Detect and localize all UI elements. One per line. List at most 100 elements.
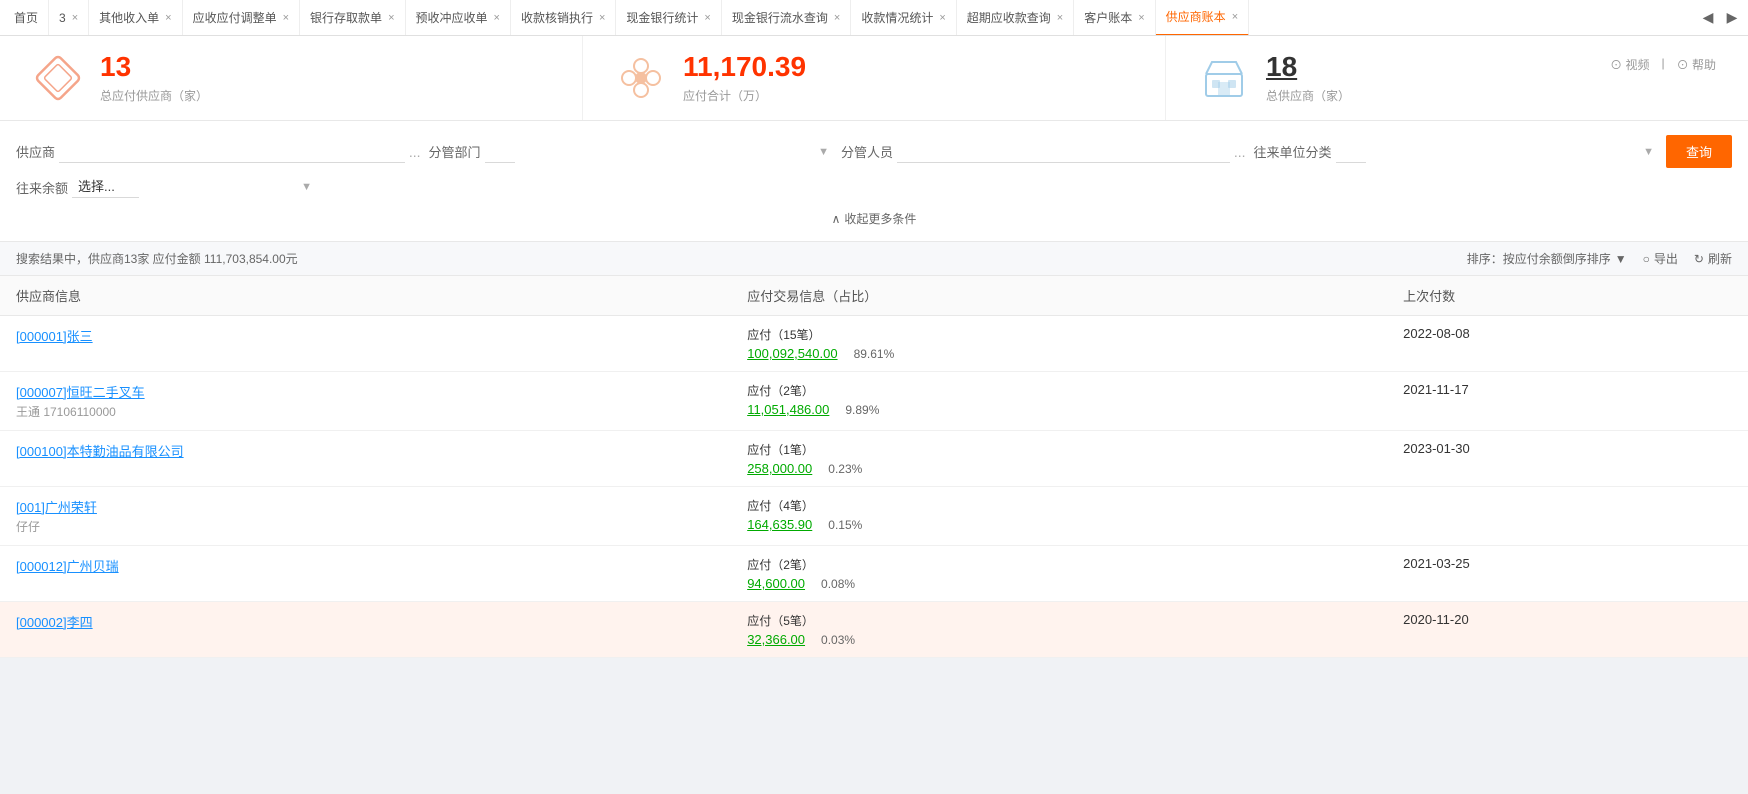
category-chevron-icon: ▼ [1643, 146, 1654, 158]
supplier-link[interactable]: [000002]李四 [16, 615, 93, 630]
nav-collection-stat-close[interactable]: × [939, 12, 945, 24]
nav-other-income-close[interactable]: × [165, 12, 171, 24]
category-select[interactable] [1336, 141, 1366, 163]
amount-value[interactable]: 94,600.00 [747, 576, 805, 591]
nav-bank-deposit[interactable]: 银行存取款单 × [300, 0, 405, 36]
stat-payable-total-card: 11,170.39 应付合计（万） [583, 36, 1166, 120]
nav-arrows: ◀ ▶ [1696, 0, 1744, 36]
supplier-cell: [000100]本特勤油品有限公司 [0, 431, 731, 487]
nav-cash-bank-stat-label: 现金银行统计 [626, 9, 698, 26]
sort-chevron-icon: ▼ [1615, 252, 1627, 266]
amount-value[interactable]: 164,635.90 [747, 517, 812, 532]
nav-collection-verify-close[interactable]: × [599, 12, 605, 24]
nav-customer-ledger-close[interactable]: × [1138, 12, 1144, 24]
nav-bank-deposit-close[interactable]: × [388, 12, 394, 24]
last-pay-cell: 2021-11-17 [1387, 372, 1748, 431]
supplier-ellipsis[interactable]: ... [409, 144, 421, 160]
table-row: [000007]恒旺二手叉车王通 17106110000 应付（2笔） 11,051… [0, 372, 1748, 431]
sort-control[interactable]: 排序：按应付余额倒序排序 ▼ [1467, 250, 1627, 267]
tx-percent: 9.89% [845, 403, 879, 417]
filter-category: 往来单位分类 ▼ [1254, 141, 1659, 163]
stat-payable-total-info: 11,170.39 应付合计（万） [683, 52, 806, 104]
tx-percent: 89.61% [854, 347, 895, 361]
balance-select[interactable]: 选择... [72, 176, 139, 198]
tx-count: 应付（2笔） [747, 382, 1371, 399]
nav-other-income[interactable]: 其他收入单 × [89, 0, 182, 36]
last-pay-cell: 2023-01-30 [1387, 431, 1748, 487]
nav-collection-stat[interactable]: 收款情况统计 × [851, 0, 956, 36]
nav-collection-stat-label: 收款情况统计 [861, 9, 933, 26]
dept-chevron-icon: ▼ [818, 146, 829, 158]
nav-cash-bank-flow-close[interactable]: × [834, 12, 840, 24]
query-button[interactable]: 查询 [1666, 135, 1732, 168]
tx-percent: 0.15% [828, 518, 862, 532]
supplier-link[interactable]: [000001]张三 [16, 329, 93, 344]
balance-chevron-icon: ▼ [301, 181, 312, 193]
tx-cell: 应付（15笔） 100,092,540.00 89.61% [731, 316, 1387, 372]
nav-ar-ap-adjust-close[interactable]: × [283, 12, 289, 24]
result-actions: 排序：按应付余额倒序排序 ▼ ○ 导出 ↻ 刷新 [1467, 250, 1732, 267]
tx-count: 应付（1笔） [747, 441, 1371, 458]
nav-next-arrow[interactable]: ▶ [1720, 0, 1744, 36]
nav-overdue-ar[interactable]: 超期应收款查询 × [957, 0, 1074, 36]
nav-collection-verify[interactable]: 收款核销执行 × [511, 0, 616, 36]
nav-prepay-offset[interactable]: 预收冲应收单 × [406, 0, 511, 36]
stat-payable-suppliers-card: 13 总应付供应商（家） [0, 36, 583, 120]
nav-cash-bank-stat[interactable]: 现金银行统计 × [616, 0, 721, 36]
navigation-bar: 首页 3 × 其他收入单 × 应收应付调整单 × 银行存取款单 × 预收冲应收单… [0, 0, 1748, 36]
nav-collection-verify-label: 收款核销执行 [521, 9, 593, 26]
nav-prepay-offset-close[interactable]: × [494, 12, 500, 24]
amount-value[interactable]: 100,092,540.00 [747, 346, 837, 361]
collapse-chevron-icon: ∧ [832, 212, 841, 226]
supplier-cell: [000007]恒旺二手叉车王通 17106110000 [0, 372, 731, 431]
amount-value[interactable]: 11,051,486.00 [747, 402, 829, 417]
nav-overdue-ar-close[interactable]: × [1057, 12, 1063, 24]
filter-row-1: 供应商 ... 分管部门 ▼ 分管人员 ... 往来单位分类 [16, 135, 1732, 168]
supplier-link[interactable]: [001]广州荣轩 [16, 500, 97, 515]
nav-supplier-ledger[interactable]: 供应商账本 × [1156, 0, 1249, 36]
dept-select-wrap: ▼ [485, 141, 833, 163]
supplier-cell: [001]广州荣轩仔仔 [0, 487, 731, 546]
nav-prepay-offset-label: 预收冲应收单 [416, 9, 488, 26]
result-summary: 搜索结果中，供应商13家 应付金额 111,703,854.00元 [16, 250, 298, 267]
nav-tab-3[interactable]: 3 × [49, 0, 89, 36]
refresh-button[interactable]: ↻ 刷新 [1694, 250, 1732, 267]
video-link[interactable]: ⊙ 视频 [1610, 56, 1649, 73]
nav-cash-bank-stat-close[interactable]: × [704, 12, 710, 24]
nav-customer-ledger[interactable]: 客户账本 × [1074, 0, 1155, 36]
person-ellipsis[interactable]: ... [1234, 144, 1246, 160]
export-button[interactable]: ○ 导出 [1643, 250, 1678, 267]
tx-count: 应付（4笔） [747, 497, 1371, 514]
tx-cell: 应付（2笔）94,600.000.08% [731, 546, 1387, 602]
tx-percent: 0.03% [821, 633, 855, 647]
help-link[interactable]: ⊙ 帮助 [1677, 56, 1716, 73]
supplier-link[interactable]: [000100]本特勤油品有限公司 [16, 444, 184, 459]
nav-prev-arrow[interactable]: ◀ [1696, 0, 1720, 36]
nav-home[interactable]: 首页 [4, 0, 49, 36]
amount-value[interactable]: 32,366.00 [747, 632, 805, 647]
nav-ar-ap-adjust[interactable]: 应收应付调整单 × [183, 0, 300, 36]
supplier-link[interactable]: [000007]恒旺二手叉车 [16, 385, 145, 400]
nav-supplier-ledger-close[interactable]: × [1232, 11, 1238, 23]
dept-select[interactable] [485, 141, 515, 163]
collapse-label: 收起更多条件 [844, 210, 916, 227]
result-bar: 搜索结果中，供应商13家 应付金额 111,703,854.00元 排序：按应付… [0, 242, 1748, 276]
dept-label: 分管部门 [429, 142, 481, 161]
filter-row-2: 往来余额 选择... ▼ [16, 176, 316, 198]
tx-count: 应付（15笔） [747, 326, 1371, 343]
tx-cell: 应付（1笔）258,000.000.23% [731, 431, 1387, 487]
supplier-link[interactable]: [000012]广州贝瑞 [16, 559, 119, 574]
nav-tab-3-close[interactable]: × [72, 12, 78, 24]
balance-select-wrap: 选择... ▼ [72, 176, 316, 198]
export-icon: ○ [1643, 252, 1650, 266]
nav-cash-bank-flow[interactable]: 现金银行流水查询 × [722, 0, 851, 36]
last-pay-cell: 2021-03-25 [1387, 546, 1748, 602]
category-label: 往来单位分类 [1254, 142, 1332, 161]
nav-cash-bank-flow-label: 现金银行流水查询 [732, 9, 828, 26]
nav-overdue-ar-label: 超期应收款查询 [967, 9, 1051, 26]
supplier-input[interactable] [59, 141, 405, 163]
person-input[interactable] [897, 141, 1230, 163]
collapse-button[interactable]: ∧ 收起更多条件 [820, 206, 929, 231]
table-row: [000001]张三应付（15笔）100,092,540.0089.61%202… [0, 316, 1748, 372]
amount-value[interactable]: 258,000.00 [747, 461, 812, 476]
